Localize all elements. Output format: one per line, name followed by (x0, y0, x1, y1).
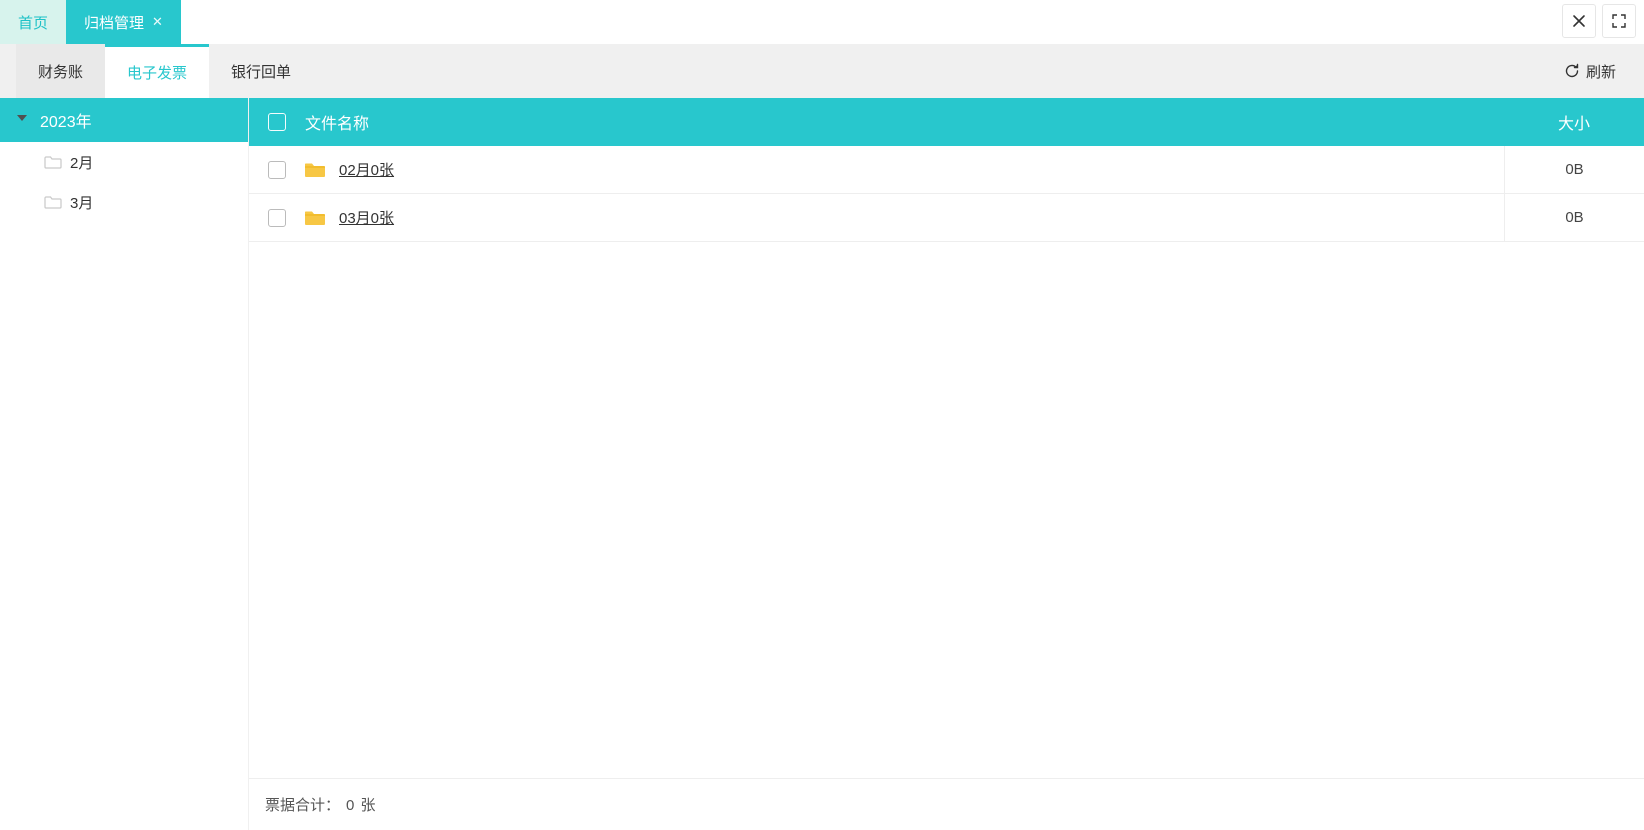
table-row: 02月0张 0B (249, 146, 1644, 194)
footer-count: 0 张 (346, 794, 377, 815)
main-split: 2023年 2月 3月 文件名称 大小 (0, 98, 1644, 830)
footer-summary: 票据合计： 0 张 (249, 778, 1644, 830)
tree-item-label: 2月 (70, 152, 93, 173)
sub-tab-finance[interactable]: 财务账 (16, 44, 105, 98)
sidebar-tree: 2023年 2月 3月 (0, 98, 248, 830)
table-header: 文件名称 大小 (249, 98, 1644, 146)
refresh-icon (1564, 63, 1580, 79)
top-tab-bar: 首页 归档管理 ✕ (0, 0, 1644, 44)
tab-home[interactable]: 首页 (0, 0, 66, 44)
header-checkbox-cell (249, 113, 305, 131)
row-name-cell: 03月0张 (305, 207, 1504, 228)
content-area: 财务账 电子发票 银行回单 刷新 2023年 (0, 44, 1644, 830)
tree-root-year[interactable]: 2023年 (0, 98, 248, 142)
sub-tab-finance-label: 财务账 (38, 61, 83, 82)
tab-home-label: 首页 (18, 12, 48, 33)
sub-tab-bank-label: 银行回单 (231, 61, 291, 82)
tree-item-month-2[interactable]: 2月 (0, 142, 248, 182)
header-name: 文件名称 (305, 110, 1504, 134)
fullscreen-icon (1612, 14, 1626, 28)
folder-outline-icon (44, 155, 62, 169)
sub-tab-einvoice-label: 电子发票 (127, 62, 187, 83)
row-size: 0B (1504, 146, 1644, 193)
folder-icon (305, 210, 325, 226)
refresh-button[interactable]: 刷新 (1564, 61, 1628, 82)
row-name-cell: 02月0张 (305, 159, 1504, 180)
tree-item-month-3[interactable]: 3月 (0, 182, 248, 222)
close-icon[interactable]: ✕ (152, 14, 163, 30)
file-panel: 文件名称 大小 02月0张 0B (249, 98, 1644, 830)
row-size: 0B (1504, 194, 1644, 241)
fullscreen-button[interactable] (1602, 4, 1636, 38)
row-checkbox[interactable] (268, 161, 286, 179)
close-panel-button[interactable] (1562, 4, 1596, 38)
row-checkbox-cell (249, 209, 305, 227)
tree-item-label: 3月 (70, 192, 93, 213)
folder-outline-icon (44, 195, 62, 209)
window-controls (1562, 4, 1636, 38)
footer-label: 票据合计： (265, 794, 340, 815)
tree-root-label: 2023年 (40, 108, 92, 132)
sub-tab-bank[interactable]: 银行回单 (209, 44, 313, 98)
folder-icon (305, 162, 325, 178)
tab-archive-label: 归档管理 (84, 12, 144, 33)
table-row: 03月0张 0B (249, 194, 1644, 242)
header-size: 大小 (1504, 110, 1644, 134)
refresh-label: 刷新 (1586, 61, 1616, 82)
tab-archive-management[interactable]: 归档管理 ✕ (66, 0, 181, 44)
select-all-checkbox[interactable] (268, 113, 286, 131)
x-icon (1572, 14, 1586, 28)
file-name-link[interactable]: 03月0张 (339, 207, 394, 228)
row-checkbox[interactable] (268, 209, 286, 227)
sub-tab-bar: 财务账 电子发票 银行回单 刷新 (0, 44, 1644, 98)
sub-tab-einvoice[interactable]: 电子发票 (105, 44, 209, 98)
chevron-down-icon (16, 111, 28, 129)
table-body: 02月0张 0B 03月0张 0B (249, 146, 1644, 778)
row-checkbox-cell (249, 161, 305, 179)
file-name-link[interactable]: 02月0张 (339, 159, 394, 180)
